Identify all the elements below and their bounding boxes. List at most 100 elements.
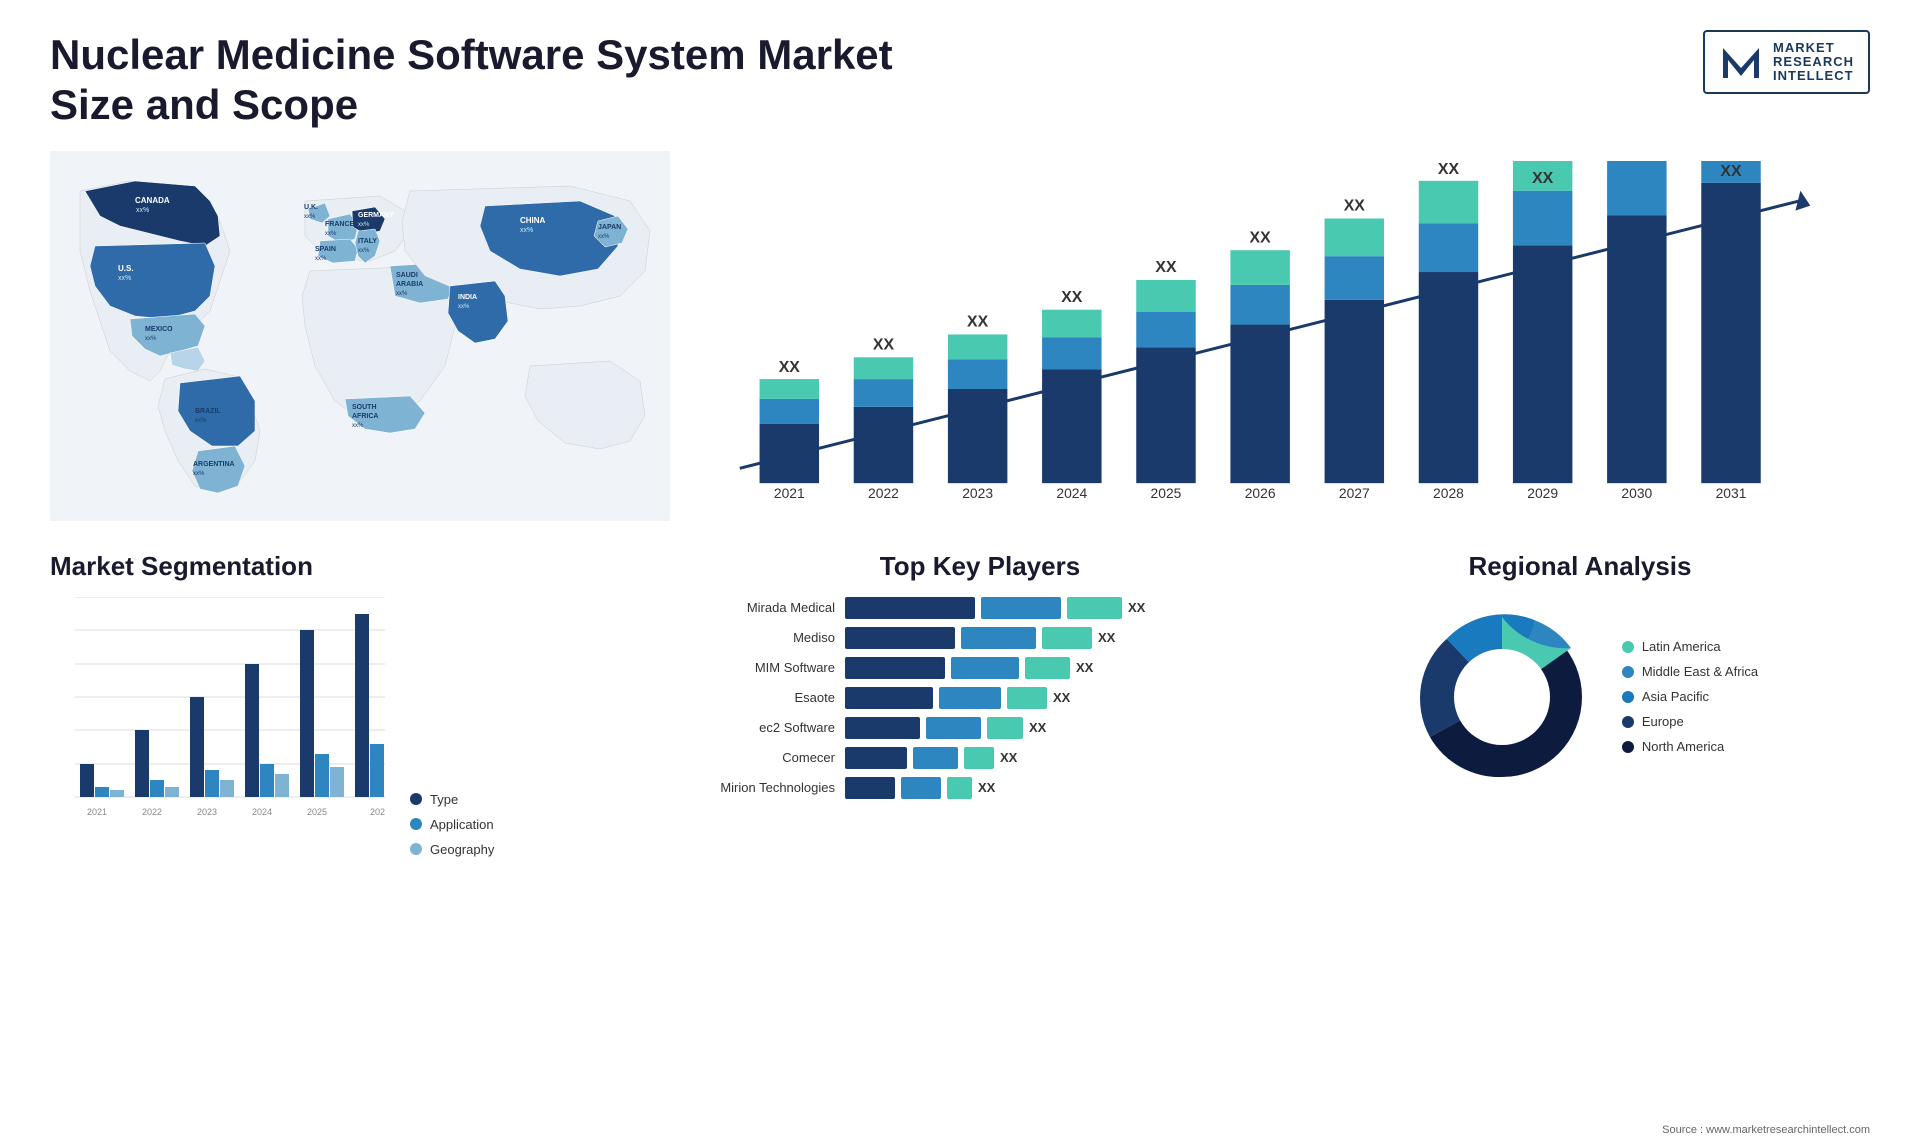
player-bar-light-2: [1042, 627, 1092, 649]
player-bar-light-5: [987, 717, 1023, 739]
svg-text:xx%: xx%: [325, 231, 337, 237]
type-color: [410, 793, 422, 805]
legend-type-label: Type: [430, 792, 458, 807]
regional-section: Regional Analysis: [1290, 541, 1870, 1147]
player-bar-light-4: [1007, 687, 1047, 709]
svg-text:XX: XX: [873, 336, 895, 353]
player-bar-light-7: [947, 777, 972, 799]
svg-text:CANADA: CANADA: [135, 196, 170, 205]
page-container: Nuclear Medicine Software System Market …: [0, 0, 1920, 1146]
player-bar-mid-7: [901, 777, 941, 799]
svg-text:ITALY: ITALY: [358, 238, 377, 245]
svg-text:XX: XX: [1155, 259, 1177, 276]
svg-text:xx%: xx%: [358, 248, 370, 254]
svg-text:FRANCE: FRANCE: [325, 221, 354, 228]
svg-text:2027: 2027: [1339, 485, 1370, 501]
player-value-6: XX: [1000, 750, 1017, 765]
svg-text:2022: 2022: [868, 485, 899, 501]
page-title: Nuclear Medicine Software System Market …: [50, 30, 950, 131]
legend-application-label: Application: [430, 817, 494, 832]
segmentation-legend: Type Application Geography: [410, 792, 494, 857]
player-value-5: XX: [1029, 720, 1046, 735]
svg-text:xx%: xx%: [136, 207, 149, 214]
svg-text:2029: 2029: [1527, 485, 1558, 501]
segmentation-title: Market Segmentation: [50, 551, 670, 582]
svg-text:XX: XX: [779, 359, 801, 376]
svg-text:2023: 2023: [197, 807, 217, 817]
svg-text:2031: 2031: [1716, 485, 1747, 501]
svg-text:U.K.: U.K.: [304, 204, 318, 211]
player-bar-light-1: [1067, 597, 1122, 619]
player-bars-1: XX: [845, 597, 1145, 619]
logo: MARKET RESEARCH INTELLECT: [1703, 30, 1870, 94]
player-value-2: XX: [1098, 630, 1115, 645]
svg-text:INDIA: INDIA: [458, 294, 477, 301]
player-name-4: Esaote: [690, 690, 835, 705]
bottom-right: Top Key Players Mirada Medical XX Mediso: [690, 541, 1870, 1147]
player-bar-mid-3: [951, 657, 1019, 679]
player-bar-dark-4: [845, 687, 933, 709]
legend-type: Type: [410, 792, 494, 807]
svg-text:XX: XX: [1250, 229, 1272, 246]
legend-europe: Europe: [1622, 714, 1758, 729]
bar-chart-section: XX 2021 XX 2022 XX 2023 XX 2024: [690, 151, 1870, 521]
legend-geography: Geography: [410, 842, 494, 857]
svg-text:2026: 2026: [1245, 485, 1276, 501]
player-name-6: Comecer: [690, 750, 835, 765]
svg-text:xx%: xx%: [145, 336, 157, 342]
player-row-6: Comecer XX: [690, 747, 1270, 769]
player-name-2: Mediso: [690, 630, 835, 645]
player-bar-light-6: [964, 747, 994, 769]
player-bar-light-3: [1025, 657, 1070, 679]
mea-color: [1622, 666, 1634, 678]
players-title: Top Key Players: [690, 551, 1270, 582]
growth-chart: XX 2021 XX 2022 XX 2023 XX 2024: [710, 161, 1850, 518]
svg-text:MEXICO: MEXICO: [145, 326, 173, 333]
svg-text:2025: 2025: [307, 807, 327, 817]
svg-text:BRAZIL: BRAZIL: [195, 408, 221, 415]
player-bar-mid-5: [926, 717, 981, 739]
logo-line2: RESEARCH: [1773, 55, 1854, 69]
regional-content: Latin America Middle East & Africa Asia …: [1290, 597, 1870, 797]
svg-text:xx%: xx%: [118, 275, 131, 282]
svg-text:xx%: xx%: [304, 214, 316, 220]
svg-text:2022: 2022: [142, 807, 162, 817]
player-bar-dark-6: [845, 747, 907, 769]
svg-text:SAUDI: SAUDI: [396, 272, 418, 279]
svg-text:2024: 2024: [1056, 485, 1087, 501]
svg-text:XX: XX: [1532, 170, 1554, 187]
player-row-4: Esaote XX: [690, 687, 1270, 709]
player-value-1: XX: [1128, 600, 1145, 615]
asia-pacific-label: Asia Pacific: [1642, 689, 1709, 704]
main-grid: CANADA xx% U.S. xx% MEXICO xx% BRAZIL xx…: [50, 151, 1870, 1147]
player-bars-6: XX: [845, 747, 1017, 769]
player-bar-dark-7: [845, 777, 895, 799]
svg-text:2026: 2026: [370, 807, 385, 817]
europe-color: [1622, 716, 1634, 728]
player-bar-dark-5: [845, 717, 920, 739]
player-bar-mid-2: [961, 627, 1036, 649]
svg-text:xx%: xx%: [195, 418, 207, 424]
latin-america-color: [1622, 641, 1634, 653]
player-value-7: XX: [978, 780, 995, 795]
svg-text:2030: 2030: [1621, 485, 1652, 501]
svg-text:XX: XX: [1438, 161, 1460, 178]
svg-text:JAPAN: JAPAN: [598, 224, 621, 231]
north-america-label: North America: [1642, 739, 1724, 754]
player-row-1: Mirada Medical XX: [690, 597, 1270, 619]
mea-label: Middle East & Africa: [1642, 664, 1758, 679]
svg-text:xx%: xx%: [315, 256, 327, 262]
svg-text:2025: 2025: [1151, 485, 1182, 501]
player-bar-mid-6: [913, 747, 958, 769]
legend-geography-label: Geography: [430, 842, 494, 857]
regional-legend: Latin America Middle East & Africa Asia …: [1622, 639, 1758, 754]
player-name-7: Mirion Technologies: [690, 780, 835, 795]
player-row-7: Mirion Technologies XX: [690, 777, 1270, 799]
world-map: CANADA xx% U.S. xx% MEXICO xx% BRAZIL xx…: [50, 151, 670, 521]
svg-text:2021: 2021: [87, 807, 107, 817]
svg-text:2021: 2021: [774, 485, 805, 501]
asia-pacific-color: [1622, 691, 1634, 703]
svg-text:xx%: xx%: [458, 304, 470, 310]
player-bars-4: XX: [845, 687, 1070, 709]
svg-text:ARGENTINA: ARGENTINA: [193, 461, 235, 468]
